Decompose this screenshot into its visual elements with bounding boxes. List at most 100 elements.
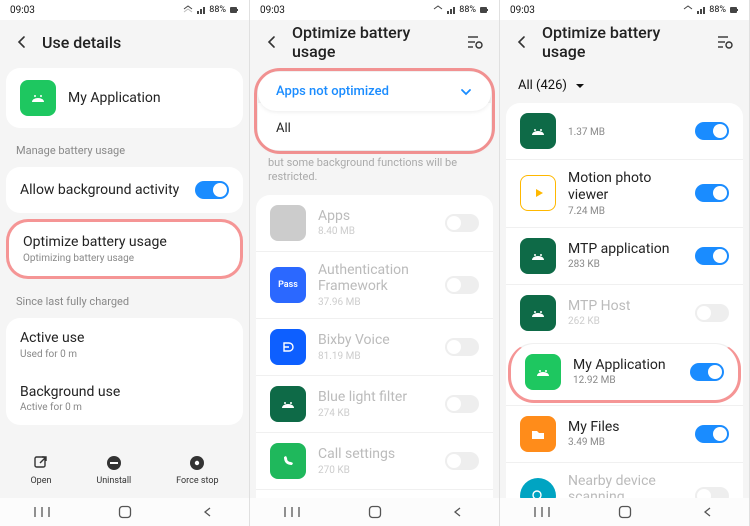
nav-home[interactable] — [616, 505, 634, 519]
app-list[interactable]: Apps8.40 MBPassAuthentication Framework3… — [256, 195, 493, 526]
app-name: Blue light filter — [318, 389, 445, 406]
nav-home[interactable] — [366, 505, 384, 519]
status-bar: 09:03 88% — [0, 0, 249, 20]
section-since: Since last fully charged — [0, 283, 249, 314]
optimize-toggle[interactable] — [695, 425, 729, 443]
app-name: MTP Host — [568, 298, 695, 315]
status-icons: 88% — [683, 5, 739, 15]
app-name: Authentication Framework — [318, 262, 445, 296]
phone-1: 09:03 88% Use details My Application Man… — [0, 0, 250, 526]
filter-dropdown[interactable]: Apps not optimized All — [258, 72, 491, 150]
app-size: 274 KB — [318, 408, 445, 419]
app-icon — [270, 386, 306, 422]
optimize-toggle[interactable] — [695, 304, 729, 322]
app-row[interactable]: Blue light filter 274 KB — [256, 375, 493, 432]
nav-home[interactable] — [116, 505, 134, 519]
page-title: Optimize battery usage — [542, 23, 703, 61]
app-size: 270 KB — [318, 465, 445, 476]
app-row[interactable]: Bixby Voice 81.19 MB — [256, 318, 493, 375]
optimize-toggle[interactable] — [445, 276, 479, 294]
app-name: Bixby Voice — [318, 332, 445, 349]
filter-icon[interactable] — [465, 32, 485, 52]
force-stop-button[interactable]: Force stop — [176, 454, 218, 486]
allow-bg-row[interactable]: Allow background activity — [6, 167, 243, 213]
battery-pct: 88% — [459, 5, 476, 15]
optimize-row-highlight: Optimize battery usage Optimizing batter… — [6, 219, 243, 279]
open-button[interactable]: Open — [30, 454, 51, 486]
back-button[interactable] — [14, 34, 30, 50]
app-icon — [270, 443, 306, 479]
app-row[interactable]: PassAuthentication Framework37.96 MB — [256, 251, 493, 319]
app-row[interactable]: Apps8.40 MB — [256, 195, 493, 251]
uninstall-button[interactable]: Uninstall — [96, 454, 131, 486]
app-size: 81.19 MB — [318, 351, 445, 362]
clock: 09:03 — [10, 5, 35, 16]
optimize-toggle[interactable] — [445, 395, 479, 413]
app-size: 7.24 MB — [568, 206, 695, 217]
optimize-toggle[interactable] — [695, 247, 729, 265]
optimize-toggle[interactable] — [445, 452, 479, 470]
nav-back[interactable] — [699, 505, 717, 519]
battery-pct: 88% — [209, 5, 226, 15]
nav-bar — [500, 498, 749, 526]
clock: 09:03 — [510, 5, 535, 16]
back-button[interactable] — [264, 34, 280, 50]
app-size: 8.40 MB — [318, 226, 445, 237]
app-size: 12.92 MB — [573, 375, 690, 386]
optimize-hint: but some background functions will be re… — [250, 152, 499, 191]
app-size: 3.49 MB — [568, 437, 695, 448]
nav-back[interactable] — [199, 505, 217, 519]
nav-bar — [250, 498, 499, 526]
nav-back[interactable] — [449, 505, 467, 519]
app-name: Call settings — [318, 446, 445, 463]
active-use-row[interactable]: Active use Used for 0 m — [6, 318, 243, 372]
page-title: Use details — [42, 33, 235, 52]
section-manage: Manage battery usage — [0, 132, 249, 163]
app-row[interactable]: My Files3.49 MB — [506, 405, 743, 462]
nav-recent[interactable] — [283, 505, 301, 519]
app-icon — [20, 80, 56, 116]
status-icons: 88% — [433, 5, 489, 15]
app-icon — [520, 238, 556, 274]
nav-recent[interactable] — [33, 505, 51, 519]
phone-3: 09:03 88% Optimize battery usage All (42… — [500, 0, 750, 526]
nav-recent[interactable] — [533, 505, 551, 519]
app-size: 283 KB — [568, 259, 695, 270]
app-icon — [270, 205, 306, 241]
optimize-toggle[interactable] — [690, 363, 724, 381]
my-application-row[interactable]: My Application12.92 MB — [508, 343, 741, 403]
app-icon — [525, 354, 561, 390]
filter-icon[interactable] — [715, 32, 735, 52]
optimize-toggle[interactable] — [695, 122, 729, 140]
status-bar: 09:03 88% — [250, 0, 499, 20]
app-row[interactable]: Motion photo viewer 7.24 MB — [506, 159, 743, 227]
filter-all-dropdown[interactable]: All (426) — [500, 64, 749, 99]
app-list[interactable]: 1.37 MB Motion photo viewer 7.24 MB MTP app… — [506, 103, 743, 526]
title-bar: Optimize battery usage — [250, 20, 499, 64]
app-name: Motion photo viewer — [568, 170, 695, 204]
app-size: 37.96 MB — [318, 297, 445, 308]
app-icon — [520, 416, 556, 452]
allow-bg-toggle[interactable] — [195, 181, 229, 199]
page-title: Optimize battery usage — [292, 23, 453, 61]
app-row[interactable]: 1.37 MB — [506, 103, 743, 159]
title-bar: Use details — [0, 20, 249, 64]
optimize-toggle[interactable] — [445, 338, 479, 356]
app-icon — [270, 329, 306, 365]
optimize-row[interactable]: Optimize battery usage Optimizing batter… — [9, 222, 240, 276]
back-button[interactable] — [514, 34, 530, 50]
optimize-toggle[interactable] — [695, 184, 729, 202]
app-size: 1.37 MB — [568, 127, 695, 138]
app-row[interactable]: MTP application283 KB — [506, 227, 743, 284]
app-icon — [520, 113, 556, 149]
title-bar: Optimize battery usage — [500, 20, 749, 64]
app-row[interactable]: Call settings 270 KB — [256, 432, 493, 489]
bottom-bar: Open Uninstall Force stop — [0, 444, 249, 496]
app-row[interactable]: MTP Host262 KB — [506, 284, 743, 341]
clock: 09:03 — [260, 5, 285, 16]
bg-use-row[interactable]: Background use Active for 0 m — [6, 372, 243, 426]
battery-pct: 88% — [709, 5, 726, 15]
optimize-toggle[interactable] — [445, 214, 479, 232]
app-name: My Application — [573, 357, 690, 374]
app-name: My Application — [68, 90, 229, 107]
